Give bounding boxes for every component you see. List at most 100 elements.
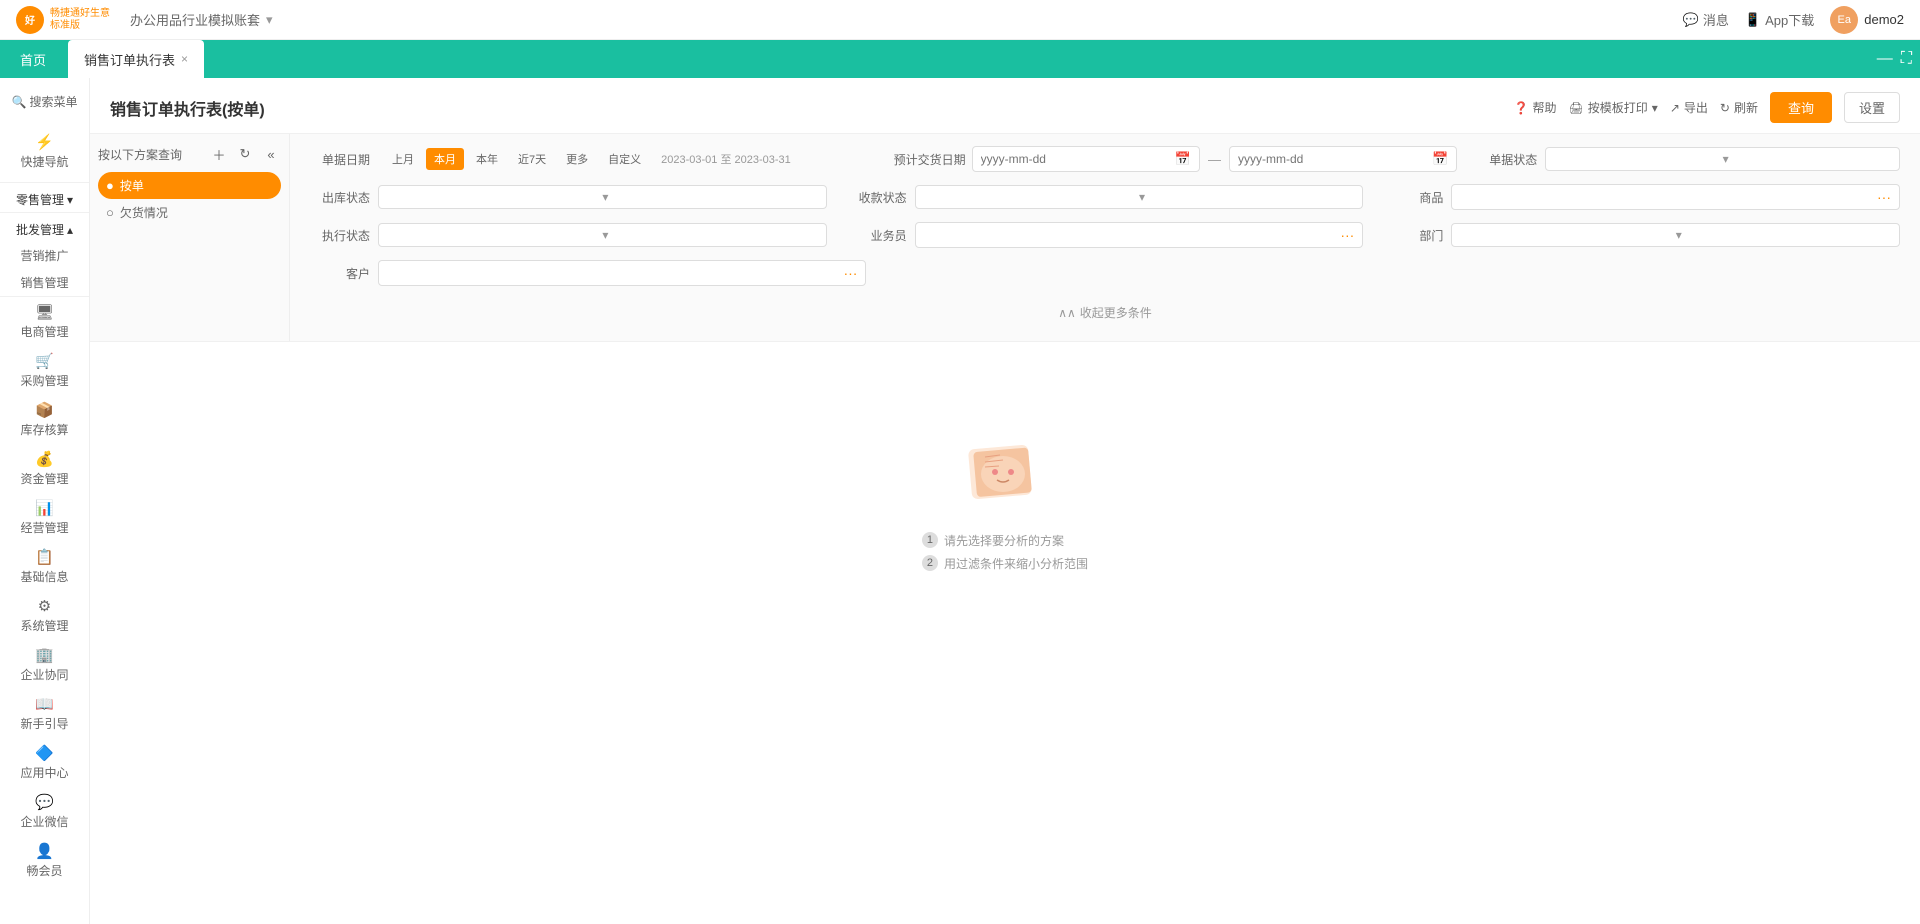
tab-sales-order[interactable]: 销售订单执行表 × — [68, 40, 204, 78]
sales-dots-icon[interactable]: ··· — [1340, 227, 1354, 243]
sidebar-item-guide[interactable]: 📖 新手引导 — [0, 689, 89, 738]
help-button[interactable]: ❓ 帮助 — [1514, 99, 1557, 116]
expected-date-start-input[interactable] — [981, 152, 1175, 166]
breadcrumb-arrow[interactable]: ▾ — [266, 12, 273, 28]
expected-date-label: 预计交货日期 — [894, 151, 964, 168]
sidebar-item-inventory[interactable]: 📦 库存核算 — [0, 395, 89, 444]
filter-add-button[interactable]: ＋ — [209, 144, 229, 164]
message-action[interactable]: 💬 消息 — [1683, 10, 1729, 29]
sidebar-section-retail: 零售管理 ▾ — [0, 183, 89, 213]
sidebar-item-appstore[interactable]: 🔷 应用中心 — [0, 738, 89, 787]
filter-field-recv-status: 收款状态 ▾ — [847, 185, 1364, 209]
sidebar-item-sales[interactable]: 销售管理 — [0, 269, 89, 296]
customer-input-wrap[interactable]: ··· — [378, 260, 866, 286]
date-btn-last-month[interactable]: 上月 — [384, 148, 422, 170]
filter-item-icon-欠货: ○ — [106, 205, 114, 220]
customer-input[interactable] — [387, 266, 839, 280]
goods-input-wrap[interactable]: ··· — [1451, 184, 1900, 210]
header-left: 好 畅捷通好生意 标准版 办公用品行业模拟账套 ▾ — [16, 6, 273, 34]
exec-status-select[interactable]: ▾ — [378, 223, 827, 247]
user-area: Ea demo2 — [1830, 6, 1904, 34]
date-btn-this-month[interactable]: 本月 — [426, 148, 464, 170]
goods-input[interactable] — [1460, 190, 1873, 204]
filter-item-按单[interactable]: ● 按单 — [98, 172, 281, 199]
date-btn-more[interactable]: 更多 — [558, 148, 596, 170]
inventory-icon: 📦 — [35, 401, 54, 419]
sidebar-item-wholesale[interactable]: 批发管理 ▴ — [0, 213, 89, 242]
print-button[interactable]: 🖨 按模板打印 ▾ — [1569, 99, 1658, 116]
sidebar-item-retail[interactable]: 零售管理 ▾ — [0, 183, 89, 212]
tab-bar: 首页 销售订单执行表 × — ⛶ — [0, 40, 1920, 78]
filter-section-title: 按以下方案查询 — [98, 146, 182, 163]
search-menu-button[interactable]: 🔍 搜索菜单 — [8, 88, 81, 115]
collapse-button[interactable]: ∧∧ 收起更多条件 — [1058, 304, 1152, 321]
status-select[interactable]: ▾ — [1545, 147, 1900, 171]
tab-minimize-button[interactable]: — — [1877, 50, 1893, 68]
tab-home[interactable]: 首页 — [0, 40, 66, 78]
refresh-button[interactable]: ↻ 刷新 — [1720, 99, 1758, 116]
sales-input[interactable] — [924, 228, 1337, 242]
app-download-action[interactable]: 📱 App下载 — [1745, 10, 1814, 29]
filter-row-1: 单据日期 上月 本月 本年 近7天 更多 自定义 2023-03-01 至 20… — [310, 146, 1900, 172]
sidebar-item-purchase[interactable]: 🛒 采购管理 — [0, 346, 89, 395]
collapse-row: ∧∧ 收起更多条件 — [310, 298, 1900, 329]
calendar-end-icon: 📅 — [1432, 151, 1448, 167]
operation-icon: 📊 — [35, 499, 54, 517]
filter-field-date: 单据日期 上月 本月 本年 近7天 更多 自定义 2023-03-01 至 20… — [310, 148, 874, 170]
sidebar-item-operation[interactable]: 📊 经营管理 — [0, 493, 89, 542]
export-label: 导出 — [1684, 99, 1708, 116]
tab-close-icon[interactable]: × — [181, 52, 188, 66]
filter-refresh-button[interactable]: ↻ — [235, 144, 255, 164]
exec-status-chevron-icon: ▾ — [602, 228, 817, 242]
empty-lines: 1 请先选择要分析的方案 2 用过滤条件来缩小分析范围 — [922, 532, 1088, 572]
sidebar-item-system[interactable]: ⚙ 系统管理 — [0, 591, 89, 640]
sales-input-wrap[interactable]: ··· — [915, 222, 1364, 248]
sidebar-item-quick-nav[interactable]: ⚡ 快捷导航 — [0, 127, 89, 176]
enterprise-icon: 🏢 — [35, 646, 54, 664]
refresh-label: 刷新 — [1734, 99, 1758, 116]
sidebar-item-ecommerce[interactable]: 🖥 电商管理 — [0, 297, 89, 346]
sidebar-item-marketing[interactable]: 营销推广 — [0, 242, 89, 269]
filter-item-label-按单: 按单 — [120, 177, 144, 194]
dept-select[interactable]: ▾ — [1451, 223, 1900, 247]
sales-label: 业务员 — [847, 227, 907, 244]
expected-date-end-input[interactable] — [1238, 152, 1432, 166]
sidebar-item-member[interactable]: 👤 畅会员 — [0, 836, 89, 885]
purchase-icon: 🛒 — [35, 352, 54, 370]
expected-date-end[interactable]: 📅 — [1229, 146, 1457, 172]
refresh-icon: ↻ — [1720, 101, 1730, 115]
date-btn-this-year[interactable]: 本年 — [468, 148, 506, 170]
sidebar-item-enterprise[interactable]: 🏢 企业协同 — [0, 640, 89, 689]
out-status-chevron-icon: ▾ — [602, 190, 817, 204]
sidebar-item-finance[interactable]: 💰 资金管理 — [0, 444, 89, 493]
date-btn-7days[interactable]: 近7天 — [510, 148, 554, 170]
filter-field-dept: 部门 ▾ — [1383, 223, 1900, 247]
date-btn-custom[interactable]: 自定义 — [600, 148, 649, 170]
expected-date-start[interactable]: 📅 — [972, 146, 1200, 172]
tab-maximize-button[interactable]: ⛶ — [1901, 50, 1912, 68]
filter-row-3: 执行状态 ▾ 业务员 ··· 部门 — [310, 222, 1900, 248]
ecommerce-icon: 🖥 — [35, 303, 54, 321]
recv-status-select[interactable]: ▾ — [915, 185, 1364, 209]
filter-field-exec-status: 执行状态 ▾ — [310, 223, 827, 247]
out-status-select[interactable]: ▾ — [378, 185, 827, 209]
status-label: 单据状态 — [1477, 151, 1537, 168]
export-button[interactable]: ↗ 导出 — [1670, 99, 1708, 116]
settings-button[interactable]: 设置 — [1844, 92, 1900, 123]
sidebar-item-basic[interactable]: 📋 基础信息 — [0, 542, 89, 591]
sidebar-search-area: 🔍 搜索菜单 — [0, 78, 89, 121]
filter-collapse-button[interactable]: « — [261, 144, 281, 164]
filter-left-header: 按以下方案查询 ＋ ↻ « — [98, 144, 281, 164]
filter-item-欠货[interactable]: ○ 欠货情况 — [98, 199, 281, 226]
customer-label: 客户 — [310, 265, 370, 282]
top-header: 好 畅捷通好生意 标准版 办公用品行业模拟账套 ▾ 💬 消息 📱 App下载 E… — [0, 0, 1920, 40]
out-status-label: 出库状态 — [310, 189, 370, 206]
customer-dots-icon[interactable]: ··· — [843, 265, 857, 281]
expected-date-wrap: 📅 — 📅 — [972, 146, 1458, 172]
search-button[interactable]: 查询 — [1770, 92, 1832, 123]
sidebar-item-wechat[interactable]: 💬 企业微信 — [0, 787, 89, 836]
dept-chevron-icon: ▾ — [1676, 228, 1891, 242]
goods-dots-icon[interactable]: ··· — [1877, 189, 1891, 205]
export-icon: ↗ — [1670, 101, 1680, 115]
empty-line-2: 2 用过滤条件来缩小分析范围 — [922, 555, 1088, 572]
